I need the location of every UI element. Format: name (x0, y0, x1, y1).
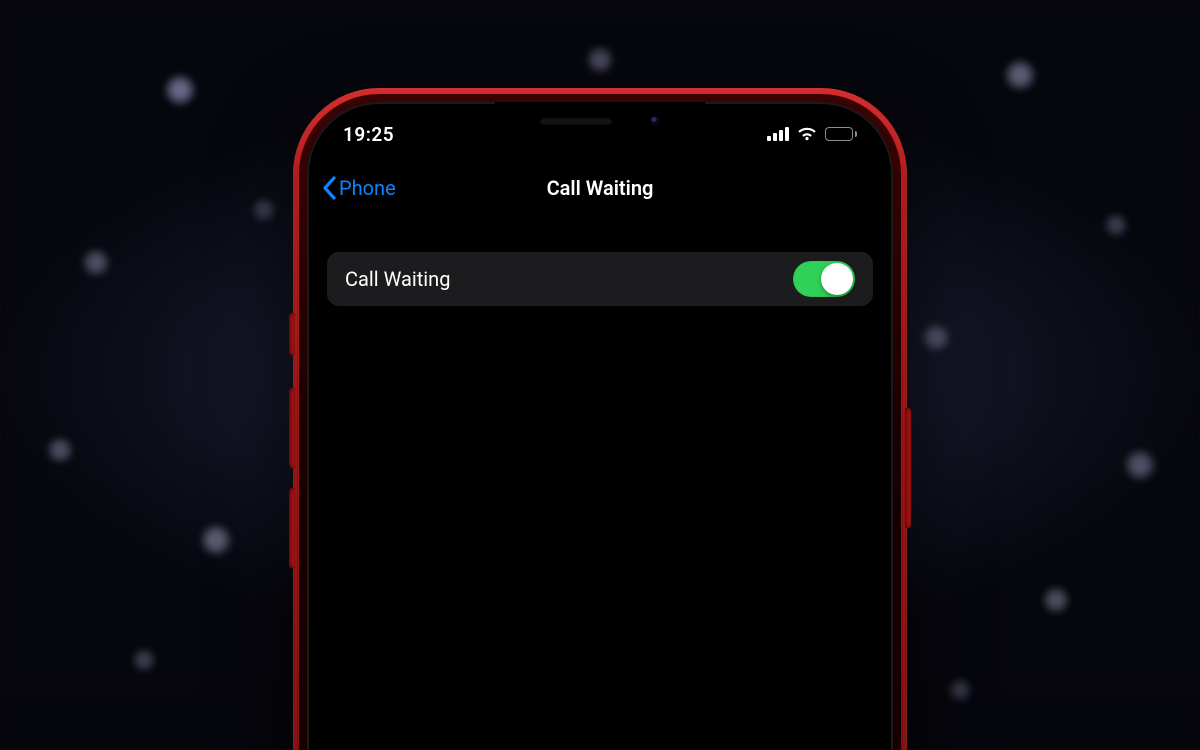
call-waiting-row: Call Waiting (327, 252, 873, 306)
earpiece-speaker (540, 118, 612, 125)
chevron-left-icon (321, 176, 337, 200)
page-title: Call Waiting (547, 176, 654, 200)
settings-content: Call Waiting (307, 252, 893, 306)
phone-device-frame: 19:25 (293, 88, 907, 750)
wifi-icon (797, 127, 817, 141)
back-button[interactable]: Phone (321, 162, 396, 214)
volume-down-button[interactable] (289, 488, 295, 568)
toggle-knob (821, 263, 853, 295)
back-button-label: Phone (339, 176, 396, 200)
call-waiting-label: Call Waiting (345, 267, 450, 291)
cellular-signal-icon (767, 127, 789, 141)
status-icons (767, 127, 857, 141)
mute-switch[interactable] (289, 313, 295, 355)
front-camera (650, 116, 660, 126)
status-time: 19:25 (343, 123, 394, 146)
display-notch (495, 102, 705, 140)
phone-screen: 19:25 (307, 102, 893, 750)
navigation-bar: Phone Call Waiting (307, 162, 893, 214)
volume-up-button[interactable] (289, 388, 295, 468)
battery-icon (825, 127, 857, 141)
call-waiting-toggle[interactable] (793, 261, 855, 297)
side-power-button[interactable] (905, 408, 911, 528)
